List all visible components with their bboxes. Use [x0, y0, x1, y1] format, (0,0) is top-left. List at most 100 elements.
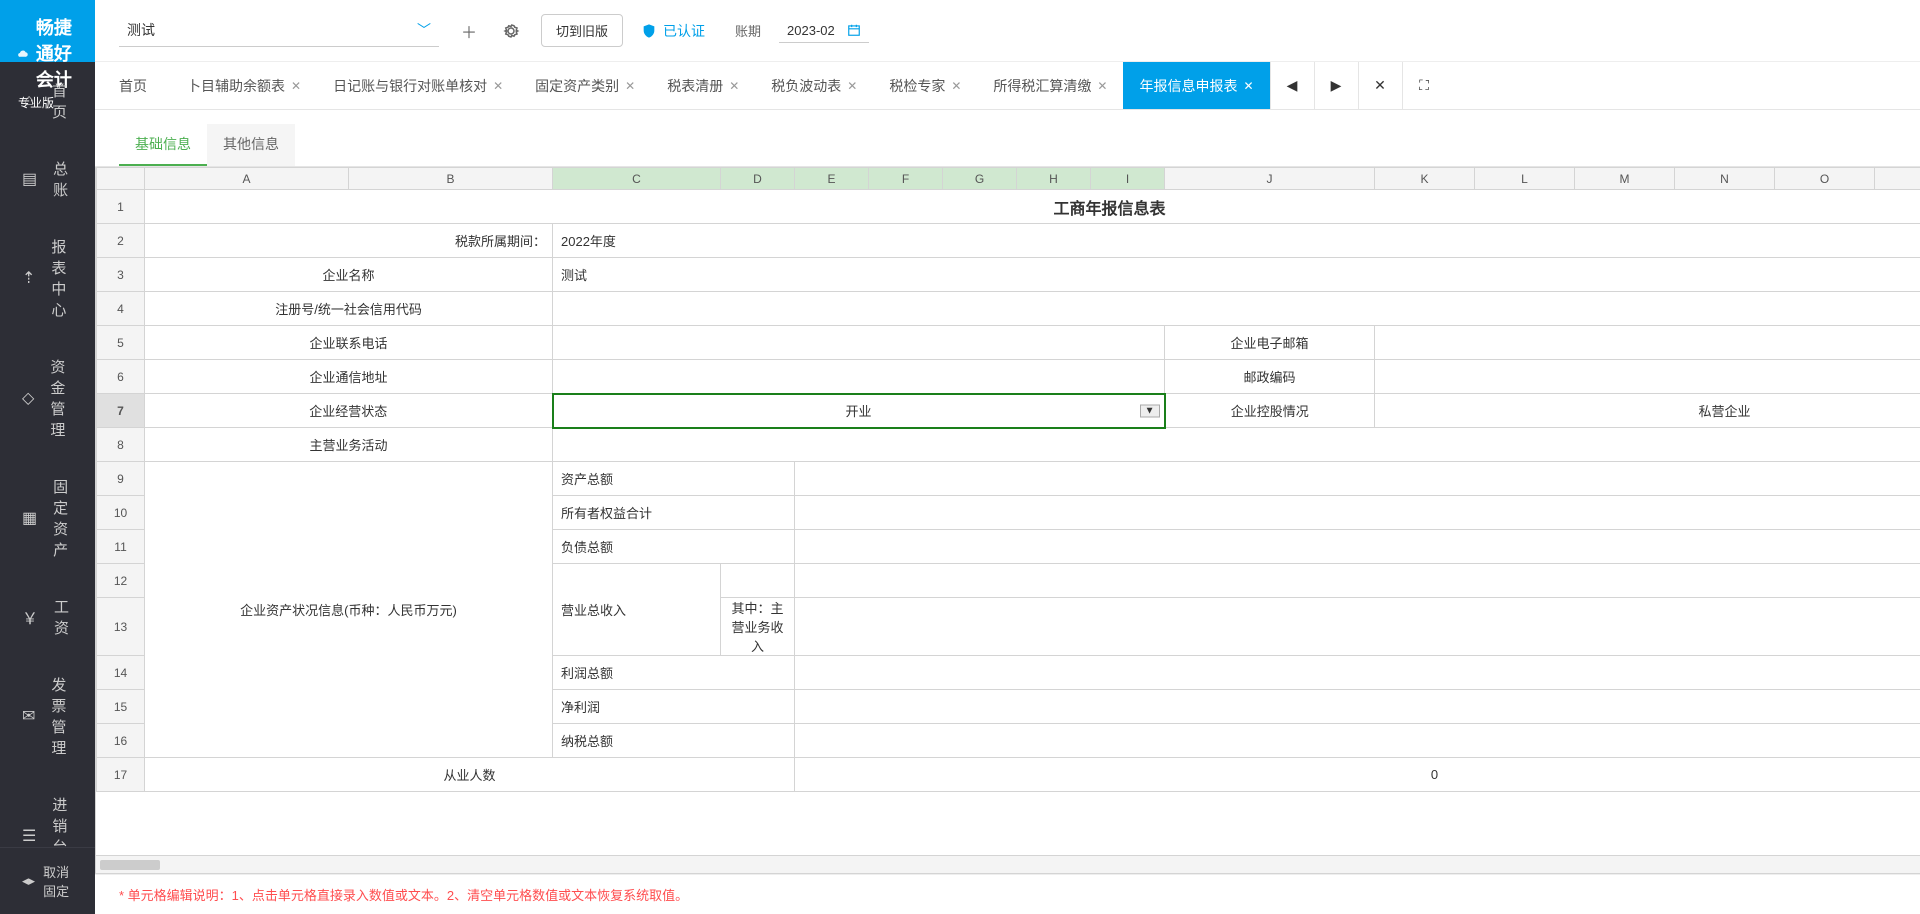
column-header[interactable]: K [1375, 168, 1475, 190]
value-cell[interactable] [795, 496, 1920, 530]
tab[interactable]: 固定资产类别✕ [519, 62, 651, 109]
column-header[interactable]: B [349, 168, 553, 190]
value-cell[interactable] [553, 292, 1920, 326]
row-header[interactable]: 11 [97, 530, 145, 564]
row-header[interactable]: 15 [97, 690, 145, 724]
label-cell[interactable]: 纳税总额 [553, 724, 795, 758]
row-header[interactable]: 12 [97, 564, 145, 598]
column-header[interactable]: D [721, 168, 795, 190]
nav-item-home[interactable]: ⌂首页 [0, 62, 95, 140]
close-icon[interactable]: ✕ [1097, 79, 1107, 93]
column-header[interactable]: G [943, 168, 1017, 190]
subtab[interactable]: 其他信息 [207, 124, 295, 166]
nav-item-salary[interactable]: ￥工资 [0, 578, 95, 656]
close-icon[interactable]: ✕ [625, 79, 635, 93]
row-header[interactable]: 8 [97, 428, 145, 462]
label-cell[interactable]: 企业通信地址 [145, 360, 553, 394]
row-header[interactable]: 10 [97, 496, 145, 530]
row-header[interactable]: 9 [97, 462, 145, 496]
tab[interactable]: 税负波动表✕ [755, 62, 873, 109]
column-header[interactable]: F [869, 168, 943, 190]
tab[interactable]: 所得税汇算清缴✕ [977, 62, 1123, 109]
value-cell[interactable]: 私营企业 [1375, 394, 1920, 428]
value-cell[interactable] [795, 564, 1920, 598]
row-header[interactable]: 16 [97, 724, 145, 758]
nav-item-ledger[interactable]: ▤总账 [0, 140, 95, 218]
column-header[interactable]: I [1091, 168, 1165, 190]
label-cell[interactable]: 企业名称 [145, 258, 553, 292]
value-cell[interactable] [553, 326, 1165, 360]
column-header[interactable]: M [1575, 168, 1675, 190]
value-cell[interactable] [1375, 360, 1920, 394]
label-cell[interactable]: 所有者权益合计 [553, 496, 795, 530]
row-header[interactable]: 17 [97, 758, 145, 792]
value-cell[interactable] [795, 530, 1920, 564]
tab[interactable]: 税检专家✕ [873, 62, 977, 109]
nav-item-report[interactable]: ⇡报表中心 [0, 218, 95, 338]
column-header[interactable]: P [1875, 168, 1920, 190]
value-cell[interactable] [553, 360, 1165, 394]
column-header[interactable]: E [795, 168, 869, 190]
column-header[interactable]: O [1775, 168, 1875, 190]
nav-item-inventory[interactable]: ☰进销台账 [0, 776, 95, 847]
tab[interactable]: 卜目辅助余额表✕ [171, 62, 317, 109]
close-icon[interactable]: ✕ [291, 79, 301, 93]
close-icon[interactable]: ✕ [847, 79, 857, 93]
row-header[interactable]: 1 [97, 190, 145, 224]
tab-close-all[interactable]: ✕ [1358, 62, 1402, 109]
label-cell[interactable]: 企业联系电话 [145, 326, 553, 360]
label-cell[interactable]: 资产总额 [553, 462, 795, 496]
row-header[interactable]: 2 [97, 224, 145, 258]
gear-icon[interactable] [499, 19, 523, 43]
nav-item-fund[interactable]: ◇资金管理 [0, 338, 95, 458]
period-selector[interactable]: 2023-02 [779, 19, 869, 43]
value-cell[interactable] [795, 656, 1920, 690]
nav-item-asset[interactable]: ▦固定资产 [0, 458, 95, 578]
row-header[interactable]: 13 [97, 598, 145, 656]
row-header[interactable]: 7 [97, 394, 145, 428]
label-cell[interactable]: 注册号/统一社会信用代码 [145, 292, 553, 326]
company-dropdown[interactable]: 测试 ﹀ [119, 14, 439, 47]
row-header[interactable]: 6 [97, 360, 145, 394]
subtab[interactable]: 基础信息 [119, 124, 207, 166]
label-cell[interactable]: 企业电子邮箱 [1165, 326, 1375, 360]
column-header[interactable]: L [1475, 168, 1575, 190]
business-status-dropdown[interactable]: 开业▼ [553, 394, 1165, 428]
label-cell[interactable]: 利润总额 [553, 656, 795, 690]
close-icon[interactable]: ✕ [1243, 79, 1253, 93]
close-icon[interactable]: ✕ [951, 79, 961, 93]
sidebar-unpin[interactable]: ◂▸ 取消固定 [0, 847, 95, 914]
select-all-corner[interactable] [97, 168, 145, 190]
tab-fullscreen[interactable]: ⛶ [1402, 62, 1446, 109]
value-cell[interactable] [795, 462, 1920, 496]
tab-scroll-right[interactable]: ▶ [1314, 62, 1358, 109]
label-cell[interactable]: 企业经营状态 [145, 394, 553, 428]
label-cell[interactable]: 企业控股情况 [1165, 394, 1375, 428]
value-cell[interactable]: 测试 [553, 258, 1920, 292]
row-header[interactable]: 3 [97, 258, 145, 292]
tab[interactable]: 税表清册✕ [651, 62, 755, 109]
value-cell[interactable]: 0 [795, 758, 1920, 792]
column-header[interactable]: J [1165, 168, 1375, 190]
value-cell[interactable] [795, 598, 1920, 656]
column-header[interactable]: C [553, 168, 721, 190]
nav-item-invoice[interactable]: ✉发票管理 [0, 656, 95, 776]
close-icon[interactable]: ✕ [493, 79, 503, 93]
label-cell[interactable]: 主营业务活动 [145, 428, 553, 462]
old-version-button[interactable]: 切到旧版 [541, 14, 623, 47]
value-cell[interactable] [795, 690, 1920, 724]
scrollbar-thumb[interactable] [100, 860, 160, 870]
column-header[interactable]: A [145, 168, 349, 190]
value-cell[interactable] [553, 428, 1920, 462]
value-cell[interactable] [795, 724, 1920, 758]
value-cell[interactable] [1375, 326, 1920, 360]
tab-home[interactable]: 首页 [95, 62, 171, 109]
tab[interactable]: 日记账与银行对账单核对✕ [317, 62, 519, 109]
value-cell[interactable] [721, 564, 795, 598]
dropdown-arrow-icon[interactable]: ▼ [1140, 404, 1160, 417]
horizontal-scrollbar[interactable] [95, 856, 1920, 874]
label-cell[interactable]: 净利润 [553, 690, 795, 724]
label-cell[interactable]: 负债总额 [553, 530, 795, 564]
label-cell[interactable]: 其中：主营业务收入 [721, 598, 795, 656]
column-header[interactable]: N [1675, 168, 1775, 190]
